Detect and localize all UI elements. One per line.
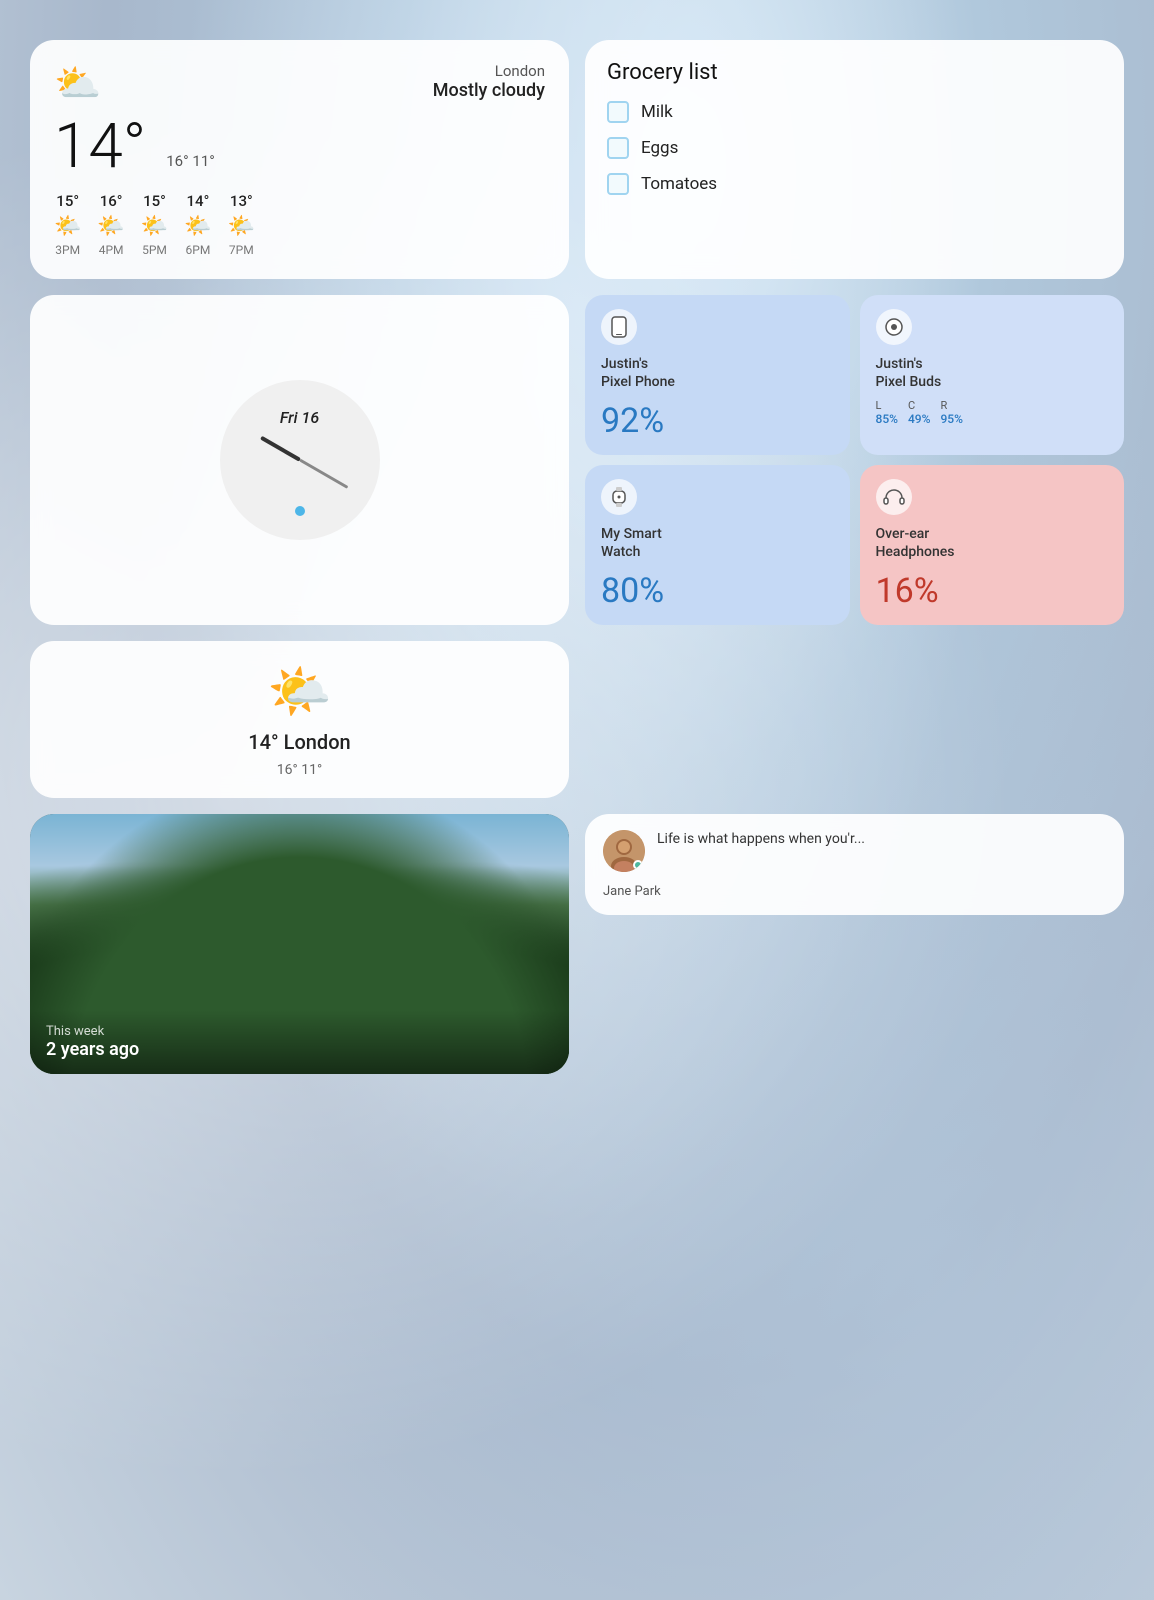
avatar xyxy=(603,830,645,872)
forecast-temp-4: 14° xyxy=(187,192,210,210)
bud-left: L 85% xyxy=(876,399,898,426)
grocery-item-tomatoes[interactable]: Tomatoes xyxy=(607,173,1102,195)
weather-location: London Mostly cloudy xyxy=(433,62,545,101)
photo-overlay: This week 2 years ago xyxy=(30,1010,569,1074)
buds-name: Justin'sPixel Buds xyxy=(876,355,1109,391)
grocery-checkbox-milk[interactable] xyxy=(607,101,629,123)
bud-center-pct: 49% xyxy=(908,412,930,426)
forecast-temp-2: 16° xyxy=(100,192,123,210)
forecast-item-3: 15° 🌤️ 5PM xyxy=(141,192,168,257)
battery-buds[interactable]: Justin'sPixel Buds L 85% C 49% R 95% xyxy=(860,295,1125,455)
forecast-temp-5: 13° xyxy=(230,192,253,210)
forecast-item-2: 16° 🌤️ 4PM xyxy=(97,192,124,257)
photo-week-text: This week xyxy=(46,1024,553,1039)
forecast-time-1: 3PM xyxy=(55,243,80,257)
clock-face: Fri 16 xyxy=(220,380,380,540)
clock-hour-hand xyxy=(260,436,301,462)
forecast-temp-1: 15° xyxy=(56,192,79,210)
weather-small-hilo: 16° 11° xyxy=(277,762,322,778)
weather-hilo: 16° 11° xyxy=(166,152,215,170)
weather-main-widget[interactable]: ⛅ London Mostly cloudy 14° 16° 11° 15° 🌤… xyxy=(30,40,569,279)
buds-icon xyxy=(876,309,912,345)
clock-dot xyxy=(295,506,305,516)
chat-message-text: Life is what happens when you'r... xyxy=(657,830,1106,850)
bud-right-pct: 95% xyxy=(940,412,962,426)
chat-content: Life is what happens when you'r... xyxy=(657,830,1106,850)
bud-right: R 95% xyxy=(940,399,962,426)
battery-phone[interactable]: Justin'sPixel Phone 92% xyxy=(585,295,850,455)
forecast-temp-3: 15° xyxy=(143,192,166,210)
watch-name: My SmartWatch xyxy=(601,525,834,561)
photo-widget[interactable]: This week 2 years ago xyxy=(30,814,569,1074)
chat-message-row: Life is what happens when you'r... xyxy=(603,830,1106,872)
chat-widget[interactable]: Life is what happens when you'r... Jane … xyxy=(585,814,1124,915)
forecast-icon-4: 🌤️ xyxy=(184,214,211,239)
grocery-checkbox-eggs[interactable] xyxy=(607,137,629,159)
forecast-icon-3: 🌤️ xyxy=(141,214,168,239)
forecast-item-5: 13° 🌤️ 7PM xyxy=(228,192,255,257)
weather-small-temp: 14° London xyxy=(248,730,350,754)
headphones-percent: 16% xyxy=(876,571,1109,611)
weather-city: London xyxy=(433,62,545,80)
bud-center-label: C xyxy=(908,399,915,412)
avatar-online-indicator xyxy=(633,860,643,870)
bud-center: C 49% xyxy=(908,399,930,426)
grocery-item-eggs[interactable]: Eggs xyxy=(607,137,1102,159)
clock-date: Fri 16 xyxy=(280,408,319,427)
weather-forecast: 15° 🌤️ 3PM 16° 🌤️ 4PM 15° 🌤️ 5PM 14° 🌤️ … xyxy=(54,192,545,257)
forecast-icon-2: 🌤️ xyxy=(97,214,124,239)
forecast-icon-5: 🌤️ xyxy=(228,214,255,239)
battery-grid: Justin'sPixel Phone 92% Justin'sPixel Bu… xyxy=(585,295,1124,625)
forecast-time-2: 4PM xyxy=(99,243,124,257)
clock-widget[interactable]: Fri 16 xyxy=(30,295,569,625)
forecast-time-4: 6PM xyxy=(186,243,211,257)
weather-main-icon: ⛅ xyxy=(54,62,101,106)
weather-condition: Mostly cloudy xyxy=(433,80,545,101)
weather-small-icon: 🌤️ xyxy=(267,661,332,722)
chat-sender: Jane Park xyxy=(603,884,1106,899)
phone-icon xyxy=(601,309,637,345)
grocery-title: Grocery list xyxy=(607,60,1102,85)
forecast-item-4: 14° 🌤️ 6PM xyxy=(184,192,211,257)
bud-right-label: R xyxy=(940,399,947,412)
forecast-icon-1: 🌤️ xyxy=(54,214,81,239)
forecast-time-5: 7PM xyxy=(229,243,254,257)
grocery-checkbox-tomatoes[interactable] xyxy=(607,173,629,195)
battery-headphones[interactable]: Over-earHeadphones 16% xyxy=(860,465,1125,625)
buds-battery-row: L 85% C 49% R 95% xyxy=(876,399,1109,426)
phone-percent: 92% xyxy=(601,401,834,441)
phone-name: Justin'sPixel Phone xyxy=(601,355,834,391)
bud-left-pct: 85% xyxy=(876,412,898,426)
grocery-label-tomatoes: Tomatoes xyxy=(641,174,717,194)
bud-left-label: L xyxy=(876,399,882,412)
forecast-time-3: 5PM xyxy=(142,243,167,257)
grocery-widget[interactable]: Grocery list Milk Eggs Tomatoes xyxy=(585,40,1124,279)
grocery-label-milk: Milk xyxy=(641,102,673,122)
battery-watch[interactable]: My SmartWatch 80% xyxy=(585,465,850,625)
watch-percent: 80% xyxy=(601,571,834,611)
headphones-icon xyxy=(876,479,912,515)
headphones-name: Over-earHeadphones xyxy=(876,525,1109,561)
forecast-item-1: 15° 🌤️ 3PM xyxy=(54,192,81,257)
weather-temp: 14° xyxy=(54,116,146,178)
photo-years-text: 2 years ago xyxy=(46,1039,553,1060)
clock-minute-hand xyxy=(299,459,348,489)
watch-icon xyxy=(601,479,637,515)
grocery-label-eggs: Eggs xyxy=(641,138,678,158)
grocery-item-milk[interactable]: Milk xyxy=(607,101,1102,123)
weather-small-widget[interactable]: 🌤️ 14° London 16° 11° xyxy=(30,641,569,798)
